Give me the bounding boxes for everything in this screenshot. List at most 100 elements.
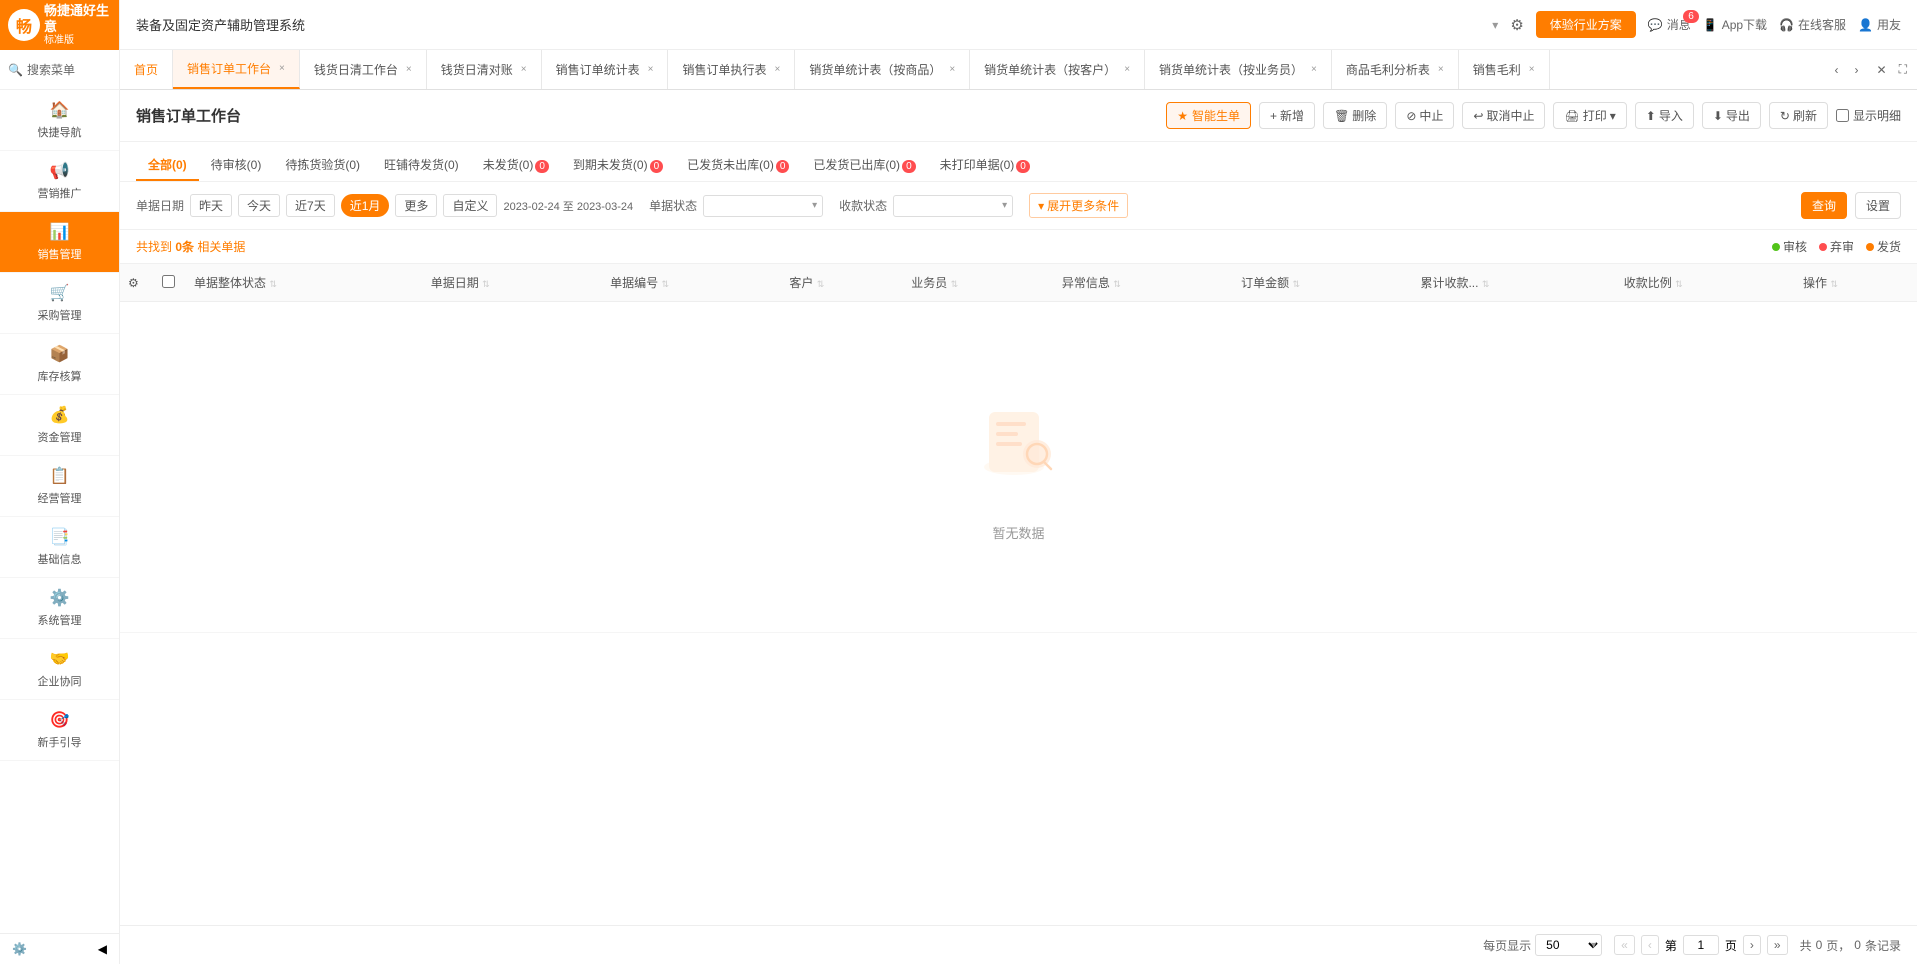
sort-icon-received[interactable]: ⇅ [1482, 279, 1490, 289]
tab-close-sales-order[interactable]: × [279, 63, 285, 74]
sidebar-item-operation[interactable]: 📋 经营管理 [0, 456, 119, 517]
tab-close-sales-exec[interactable]: × [774, 64, 780, 75]
sort-icon-action[interactable]: ⇅ [1830, 279, 1838, 289]
tab-cash-match[interactable]: 钱货日清对账× [427, 50, 542, 89]
first-page-btn[interactable]: « [1614, 935, 1635, 955]
sub-tab-pending-inspect[interactable]: 待拣货验货(0) [273, 150, 372, 181]
th-settings[interactable]: ⚙ [120, 264, 150, 302]
tab-home[interactable]: 首页 [120, 50, 173, 89]
app-download-btn[interactable]: 📱 App下载 [1703, 16, 1767, 33]
show-detail-checkbox[interactable] [1836, 109, 1849, 122]
tab-maximize-icon[interactable]: ⛶ [1895, 60, 1911, 79]
date-option-近1月[interactable]: 近1月 [341, 194, 390, 217]
tab-sales-summ-cust[interactable]: 销货单统计表（按客户）× [970, 50, 1145, 89]
tab-sales-summ-prod[interactable]: 销货单统计表（按商品）× [795, 50, 970, 89]
th-checkbox[interactable] [150, 264, 186, 302]
sub-tab-not-printed[interactable]: 未打印单据(0)0 [928, 150, 1042, 181]
tab-sales-profit[interactable]: 销售毛利× [1459, 50, 1550, 89]
sub-tab-shipped-not-out[interactable]: 已发货未出库(0)0 [675, 150, 801, 181]
sidebar-item-sales[interactable]: 📊 销售管理 [0, 212, 119, 273]
import-btn[interactable]: ⬆ 导入 [1635, 102, 1694, 129]
tab-sales-exec[interactable]: 销售订单执行表× [668, 50, 795, 89]
sub-tab-shipped-out[interactable]: 已发货已出库(0)0 [801, 150, 927, 181]
anti-review-btn[interactable]: 弃审 [1819, 238, 1854, 255]
experience-btn[interactable]: 体验行业方案 [1536, 11, 1636, 38]
export-btn[interactable]: ⬇ 导出 [1702, 102, 1761, 129]
tab-sales-stats[interactable]: 销售订单统计表× [542, 50, 669, 89]
date-option-近7天[interactable]: 近7天 [286, 194, 335, 217]
tab-cash-daily[interactable]: 钱货日清工作台× [300, 50, 427, 89]
expand-conditions-btn[interactable]: ▾ 展开更多条件 [1029, 193, 1128, 218]
chevron-down-icon[interactable]: ▾ [1492, 18, 1498, 32]
tab-close-cash-match[interactable]: × [521, 64, 527, 75]
date-option-更多[interactable]: 更多 [395, 194, 437, 217]
sidebar-item-basic[interactable]: 📑 基础信息 [0, 517, 119, 578]
next-page-btn[interactable]: › [1743, 935, 1761, 955]
sidebar-item-system[interactable]: ⚙️ 系统管理 [0, 578, 119, 639]
sub-tab-overdue-not-shipped[interactable]: 到期未发货(0)0 [561, 150, 675, 181]
select-all-checkbox[interactable] [162, 275, 175, 288]
sort-icon-staff[interactable]: ⇅ [951, 279, 959, 289]
print-btn[interactable]: 🖨 打印 ▾ [1553, 102, 1626, 129]
sub-tab-pending-review[interactable]: 待审核(0) [199, 150, 274, 181]
stop-btn[interactable]: ⊘ 中止 [1395, 102, 1454, 129]
sidebar-item-enterprise[interactable]: 🤝 企业协同 [0, 639, 119, 700]
tab-close-gross-profit[interactable]: × [1438, 64, 1444, 75]
status-select[interactable] [703, 195, 823, 217]
sidebar-item-newbie[interactable]: 🎯 新手引导 [0, 700, 119, 761]
sort-icon-number[interactable]: ⇅ [661, 279, 669, 289]
sub-tab-not-shipped[interactable]: 未发货(0)0 [471, 150, 561, 181]
tab-scroll-right[interactable]: › [1847, 50, 1867, 89]
tab-close-sales-stats[interactable]: × [648, 64, 654, 75]
sort-icon-customer[interactable]: ⇅ [817, 279, 825, 289]
last-page-btn[interactable]: » [1767, 935, 1788, 955]
payment-select[interactable] [893, 195, 1013, 217]
user-profile-btn[interactable]: 👤 用友 [1858, 16, 1901, 33]
settings-icon[interactable]: ⚙️ [12, 942, 27, 956]
tab-close-sales-summ-prod[interactable]: × [949, 64, 955, 75]
tab-gross-profit[interactable]: 商品毛利分析表× [1332, 50, 1459, 89]
tab-close-sales-summ-cust[interactable]: × [1124, 64, 1130, 75]
tab-scroll-left[interactable]: ‹ [1827, 50, 1847, 89]
sub-tab-wangpu-pending[interactable]: 旺铺待发货(0) [372, 150, 471, 181]
tab-close-cash-daily[interactable]: × [406, 64, 412, 75]
search-menu[interactable]: 🔍 搜索菜单 [0, 50, 119, 90]
sort-icon-date[interactable]: ⇅ [482, 279, 490, 289]
prev-page-btn[interactable]: ‹ [1641, 935, 1659, 955]
sort-icon-exception[interactable]: ⇅ [1113, 279, 1121, 289]
tab-close-sales-profit[interactable]: × [1529, 64, 1535, 75]
message-icon-wrapper[interactable]: 💬 消息 6 [1648, 16, 1691, 33]
show-detail-toggle[interactable]: 显示明细 [1836, 107, 1901, 124]
refresh-btn[interactable]: ↻ 刷新 [1769, 102, 1828, 129]
sort-icon-status[interactable]: ⇅ [269, 279, 277, 289]
tab-sales-summ-staff[interactable]: 销货单统计表（按业务员）× [1145, 50, 1332, 89]
page-size-select[interactable]: 20 50 100 [1535, 934, 1602, 956]
topbar-gear-icon[interactable]: ⚙ [1510, 16, 1523, 34]
sidebar-item-finance[interactable]: 💰 资金管理 [0, 395, 119, 456]
delete-btn[interactable]: 🗑 删除 [1323, 102, 1387, 129]
sidebar-item-marketing[interactable]: 📢 营销推广 [0, 151, 119, 212]
tab-close-sales-summ-staff[interactable]: × [1311, 64, 1317, 75]
sort-icon-ratio[interactable]: ⇅ [1675, 279, 1683, 289]
sub-tab-all[interactable]: 全部(0) [136, 150, 199, 181]
date-option-自定义[interactable]: 自定义 [443, 194, 497, 217]
sidebar-item-purchase[interactable]: 🛒 采购管理 [0, 273, 119, 334]
sidebar-item-inventory[interactable]: 📦 库存核算 [0, 334, 119, 395]
tab-sales-order[interactable]: 销售订单工作台× [173, 50, 300, 89]
cancel-stop-btn[interactable]: ↩ 取消中止 [1462, 102, 1545, 129]
date-option-昨天[interactable]: 昨天 [190, 194, 232, 217]
add-btn[interactable]: + 新增 [1259, 102, 1315, 129]
column-settings-icon[interactable]: ⚙ [128, 276, 139, 290]
collapse-icon[interactable]: ◀ [98, 942, 107, 956]
ship-btn[interactable]: 发货 [1866, 238, 1901, 255]
review-btn[interactable]: 审核 [1772, 238, 1807, 255]
date-option-今天[interactable]: 今天 [238, 194, 280, 217]
page-input[interactable] [1683, 935, 1719, 955]
online-service-btn[interactable]: 🎧 在线客服 [1779, 16, 1846, 33]
tab-close-all-icon[interactable]: ✕ [1873, 61, 1891, 79]
setting-btn[interactable]: 设置 [1855, 192, 1901, 219]
query-btn[interactable]: 查询 [1801, 192, 1847, 219]
sort-icon-amount[interactable]: ⇅ [1293, 279, 1301, 289]
sidebar-item-quick-nav[interactable]: 🏠 快捷导航 [0, 90, 119, 151]
smart-generate-btn[interactable]: ★ 智能生单 [1166, 102, 1251, 129]
